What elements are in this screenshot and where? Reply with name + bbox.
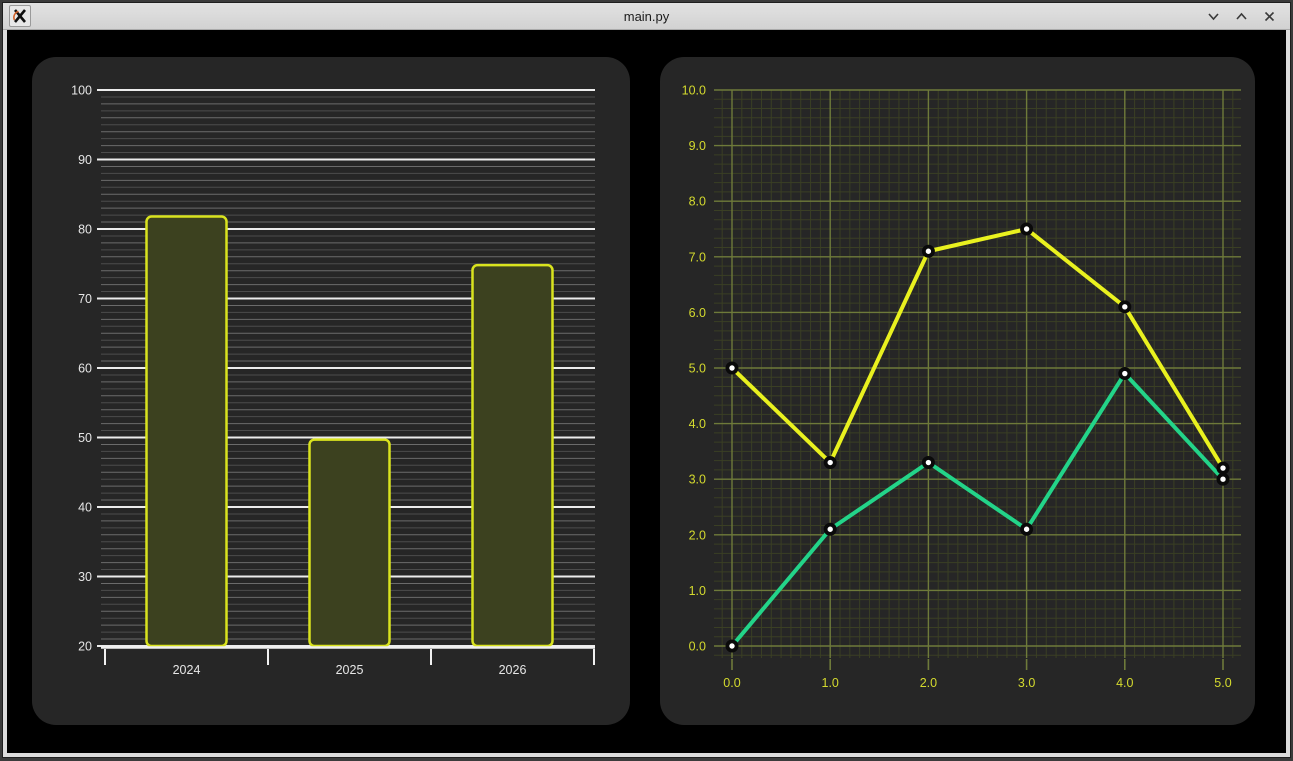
x-tick-label: 2025 bbox=[336, 663, 364, 677]
x-tick-label: 0.0 bbox=[723, 676, 740, 690]
x-tick-label: 3.0 bbox=[1018, 676, 1035, 690]
y-tick-label: 0.0 bbox=[689, 640, 706, 654]
y-tick-label: 3.0 bbox=[689, 473, 706, 487]
line-chart-y-tick-labels: 0.0 1.0 2.0 3.0 4.0 5.0 6.0 7.0 8.0 9.0 10.0 bbox=[682, 84, 706, 654]
minimize-button[interactable] bbox=[1204, 7, 1222, 25]
close-button[interactable] bbox=[1260, 7, 1278, 25]
y-tick-label: 6.0 bbox=[689, 306, 706, 320]
bar-chart-y-tick-labels: 20 30 40 50 60 70 80 90 100 bbox=[71, 84, 92, 654]
y-tick-label: 100 bbox=[71, 84, 92, 98]
y-tick-label: 2.0 bbox=[689, 528, 706, 542]
marker-series-yellow-x2 bbox=[921, 244, 935, 258]
x-tick-label: 2024 bbox=[173, 663, 201, 677]
x-tick-label: 4.0 bbox=[1116, 676, 1133, 690]
y-tick-label: 4.0 bbox=[689, 417, 706, 431]
window-title: main.py bbox=[623, 8, 670, 24]
marker-series-green-x4 bbox=[1118, 367, 1132, 381]
marker-series-yellow-x0 bbox=[725, 361, 739, 375]
y-tick-label: 9.0 bbox=[689, 139, 706, 153]
bar-2025 bbox=[308, 438, 391, 648]
x-tick-label: 5.0 bbox=[1214, 676, 1231, 690]
y-tick-label: 10.0 bbox=[682, 84, 706, 98]
y-tick-label: 8.0 bbox=[689, 195, 706, 209]
y-tick-label: 5.0 bbox=[689, 362, 706, 376]
marker-series-green-x0 bbox=[725, 639, 739, 653]
marker-series-yellow-x1 bbox=[823, 456, 837, 470]
y-tick-label: 60 bbox=[78, 362, 92, 376]
bar-chart-x-tick-labels: 2024 2025 2026 bbox=[173, 663, 527, 677]
line-chart-x-ticks bbox=[731, 659, 1224, 670]
x-tick-label: 1.0 bbox=[822, 676, 839, 690]
chevron-down-icon bbox=[1207, 12, 1219, 20]
y-tick-label: 30 bbox=[78, 570, 92, 584]
y-tick-label: 7.0 bbox=[689, 250, 706, 264]
marker-series-green-x1 bbox=[823, 522, 837, 536]
app-window: main.py 20 30 40 50 60 70 80 90 100 2024 2025 2026 bbox=[2, 2, 1291, 758]
marker-series-green-x5 bbox=[1216, 472, 1230, 486]
y-tick-label: 1.0 bbox=[689, 584, 706, 598]
bar-2024 bbox=[145, 215, 228, 648]
bar-chart: 20 30 40 50 60 70 80 90 100 2024 2025 2026 bbox=[71, 84, 595, 677]
bar-2026 bbox=[471, 263, 554, 648]
y-tick-label: 20 bbox=[78, 640, 92, 654]
line-chart-panel: 0.0 1.0 2.0 3.0 4.0 5.0 6.0 7.0 8.0 9.0 10.0 0.0 1.0… bbox=[660, 57, 1255, 725]
marker-series-green-x3 bbox=[1020, 522, 1034, 536]
chevron-up-icon bbox=[1235, 12, 1247, 20]
maximize-button[interactable] bbox=[1232, 7, 1250, 25]
y-tick-label: 80 bbox=[78, 223, 92, 237]
bar-series bbox=[145, 215, 554, 648]
y-tick-label: 70 bbox=[78, 292, 92, 306]
x11-logo-icon bbox=[9, 5, 31, 27]
marker-series-yellow-x4 bbox=[1118, 300, 1132, 314]
bar-chart-panel: 20 30 40 50 60 70 80 90 100 2024 2025 2026 bbox=[32, 57, 630, 725]
marker-series-yellow-x3 bbox=[1020, 222, 1034, 236]
y-tick-label: 90 bbox=[78, 153, 92, 167]
y-tick-label: 50 bbox=[78, 431, 92, 445]
window-content: 20 30 40 50 60 70 80 90 100 2024 2025 2026 0.0 1.0 2.… bbox=[3, 30, 1290, 757]
x-tick-label: 2026 bbox=[499, 663, 527, 677]
line-chart: 0.0 1.0 2.0 3.0 4.0 5.0 6.0 7.0 8.0 9.0 10.0 0.0 1.0… bbox=[682, 84, 1241, 690]
line-chart-x-tick-labels: 0.0 1.0 2.0 3.0 4.0 5.0 bbox=[723, 676, 1231, 690]
y-tick-label: 40 bbox=[78, 501, 92, 515]
x-tick-label: 2.0 bbox=[920, 676, 937, 690]
marker-series-yellow-x5 bbox=[1216, 461, 1230, 475]
window-controls bbox=[1204, 7, 1290, 25]
close-icon bbox=[1264, 11, 1274, 21]
marker-series-green-x2 bbox=[921, 456, 935, 470]
titlebar[interactable]: main.py bbox=[3, 3, 1290, 30]
